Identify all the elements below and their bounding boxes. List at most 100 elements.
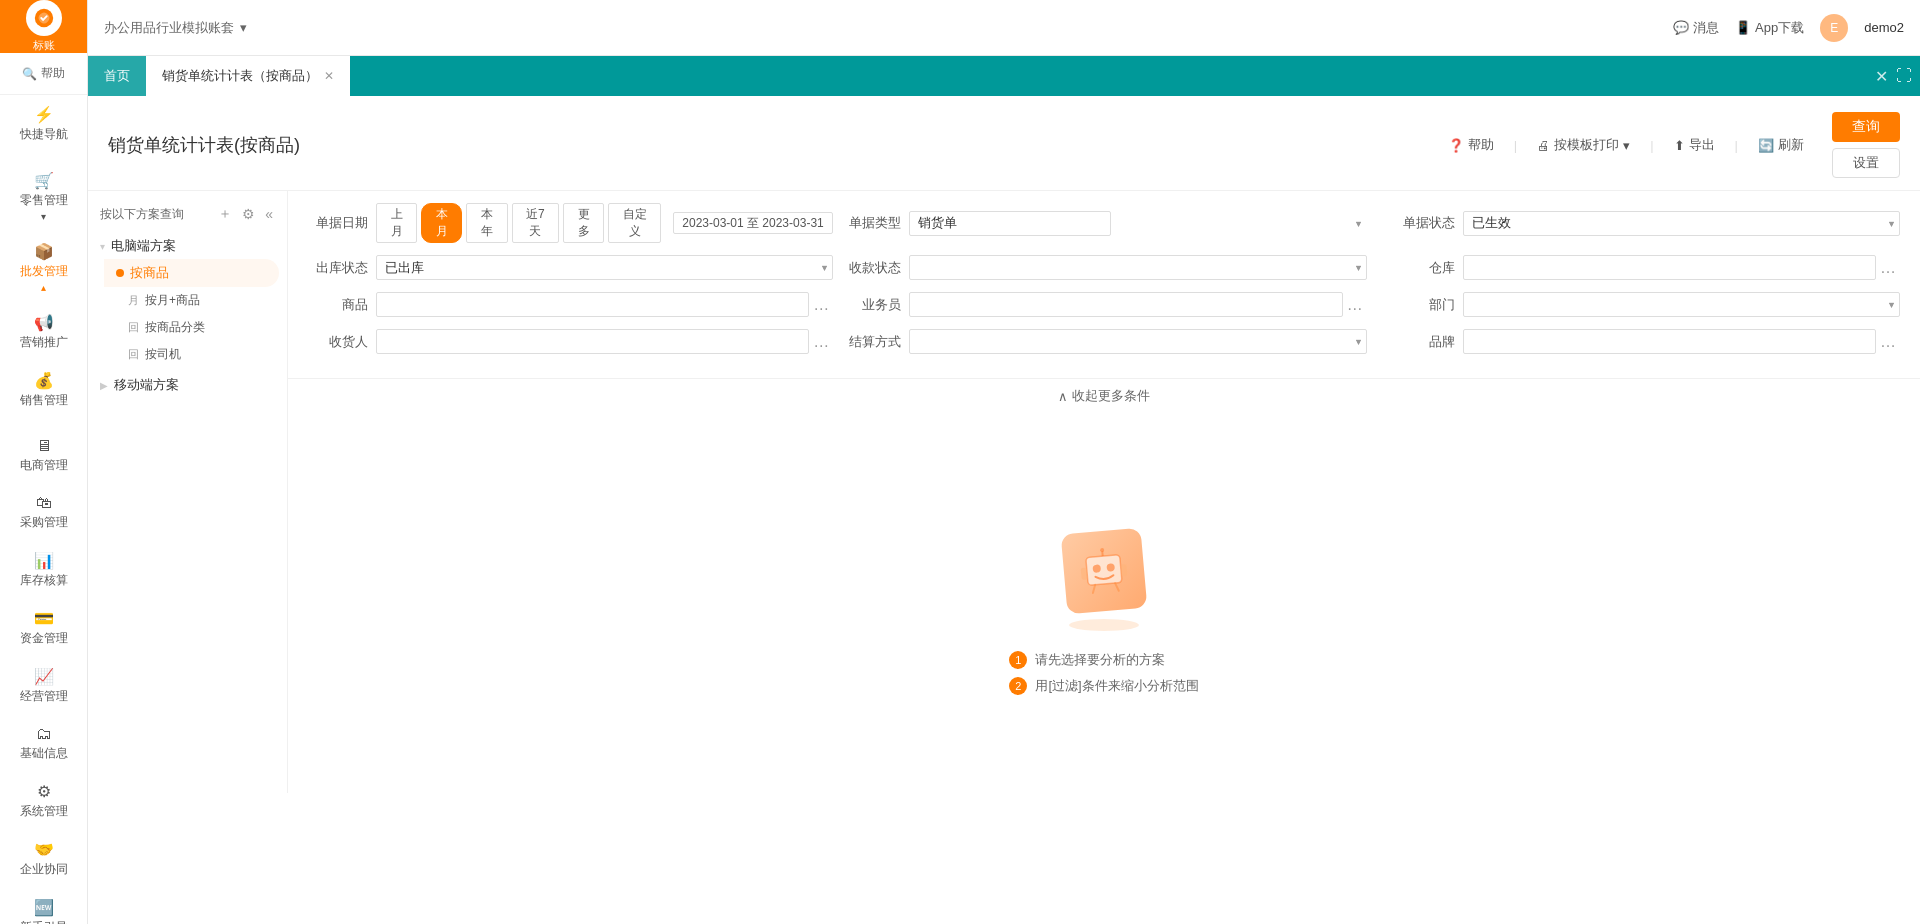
filter-field-doc-type: 单据类型 ▾	[841, 211, 1366, 236]
nav-icon-retail: 🛒	[34, 171, 54, 190]
scheme-group-header-desktop[interactable]: ▾ 电脑端方案	[88, 233, 287, 259]
scheme-group-arrow-desktop: ▾	[100, 241, 105, 252]
refresh-icon: 🔄	[1758, 138, 1774, 153]
header-actions: 💬 消息 📱 App下载 E demo2	[1673, 14, 1904, 42]
query-button[interactable]: 查询	[1832, 112, 1900, 142]
salesperson-dots-button[interactable]: …	[1343, 296, 1367, 314]
filter-form-wrap: 单据日期 上月 本月 本年 近7天 更多 自定义	[288, 191, 1920, 793]
nav-icon-ecommerce: 🖥	[36, 437, 52, 455]
app-download-button[interactable]: 📱 App下载	[1735, 19, 1804, 37]
sidebar-item-finance[interactable]: 💳 资金管理	[0, 599, 87, 657]
brand-dots-button[interactable]: …	[1876, 333, 1900, 351]
sidebar-item-basics[interactable]: 🗂 基础信息	[0, 715, 87, 772]
sidebar-item-wholesale[interactable]: 📦 批发管理 ▴	[0, 232, 87, 303]
date-btn-this-month[interactable]: 本月	[421, 203, 462, 243]
scheme-settings-button[interactable]: ⚙	[240, 204, 257, 224]
scheme-add-button[interactable]: ＋	[216, 203, 234, 225]
scheme-sub-item-goods-category[interactable]: 回 按商品分类	[104, 314, 287, 341]
template-print-button[interactable]: 🖨 按模板打印 ▾	[1529, 132, 1638, 158]
svg-line-8	[1092, 585, 1096, 593]
date-btn-more[interactable]: 更多	[563, 203, 604, 243]
sidebar-item-operations[interactable]: 📈 经营管理	[0, 657, 87, 715]
collapse-bar[interactable]: ∧ 收起更多条件	[288, 378, 1920, 413]
sidebar-item-purchase[interactable]: 🛍 采购管理	[0, 484, 87, 541]
sidebar-logo[interactable]: 标账	[0, 0, 87, 53]
department-select[interactable]	[1463, 292, 1900, 317]
doc-status-select[interactable]	[1463, 211, 1900, 236]
scheme-sub-item-driver[interactable]: 回 按司机	[104, 341, 287, 368]
filter-field-brand: 品牌 …	[1375, 329, 1900, 354]
download-icon: 📱	[1735, 20, 1751, 35]
empty-icon-wrap	[1044, 511, 1164, 631]
empty-state: 1 请先选择要分析的方案 2 用[过滤]条件来缩小分析范围	[288, 413, 1920, 793]
filter-row-1: 单据日期 上月 本月 本年 近7天 更多 自定义	[308, 203, 1900, 243]
scheme-sub-icon-2: 回	[128, 320, 139, 335]
search-menu-label: 帮助	[41, 65, 65, 82]
date-btn-this-year[interactable]: 本年	[466, 203, 507, 243]
doc-type-select[interactable]	[909, 211, 1111, 236]
tab-home[interactable]: 首页	[88, 56, 146, 96]
settlement-select[interactable]	[909, 329, 1366, 354]
warehouse-dots-button[interactable]: …	[1876, 259, 1900, 277]
brand-input[interactable]	[1463, 329, 1876, 354]
sidebar-item-ecommerce[interactable]: 🖥 电商管理	[0, 427, 87, 484]
sidebar-item-sales[interactable]: 💰 销售管理	[0, 361, 87, 419]
help-button[interactable]: ❓ 帮助	[1440, 132, 1502, 158]
user-avatar[interactable]: E	[1820, 14, 1848, 42]
refresh-button[interactable]: 🔄 刷新	[1750, 132, 1812, 158]
out-status-select[interactable]	[376, 255, 833, 280]
salesperson-input[interactable]	[909, 292, 1342, 317]
filter-label-receiver: 收货人	[308, 333, 368, 351]
user-name[interactable]: demo2	[1864, 20, 1904, 35]
sidebar-item-quicknav[interactable]: ⚡ 快捷导航	[0, 95, 87, 153]
tab-maximize-button[interactable]: ⛶	[1896, 67, 1912, 85]
sidebar-item-marketing[interactable]: 📢 营销推广	[0, 303, 87, 361]
scheme-collapse-button[interactable]: «	[263, 204, 275, 224]
sidebar-item-guide[interactable]: 🆕 新手引导	[0, 888, 87, 924]
filter-field-date: 单据日期 上月 本月 本年 近7天 更多 自定义	[308, 203, 833, 243]
sidebar-item-corp[interactable]: 🤝 企业协同	[0, 830, 87, 888]
nav-icon-inventory: 📊	[34, 551, 54, 570]
sidebar-item-label-marketing: 营销推广	[20, 334, 68, 351]
search-menu-button[interactable]: 🔍 帮助	[10, 61, 77, 86]
sidebar-item-label-retail: 零售管理	[20, 192, 68, 209]
nav-icon-wholesale: 📦	[34, 242, 54, 261]
svg-rect-1	[1086, 555, 1122, 586]
app-download-label: App下载	[1755, 19, 1804, 37]
date-range-input[interactable]	[673, 212, 833, 234]
warehouse-input[interactable]	[1463, 255, 1876, 280]
export-button[interactable]: ⬆ 导出	[1666, 132, 1723, 158]
sidebar-item-inventory[interactable]: 📊 库存核算	[0, 541, 87, 599]
scheme-group-header-mobile[interactable]: ▶ 移动端方案	[88, 372, 287, 398]
tab-sales-stat[interactable]: 销货单统计计表（按商品） ✕	[146, 56, 350, 96]
goods-dots-button[interactable]: …	[809, 296, 833, 314]
nav-icon-guide: 🆕	[34, 898, 54, 917]
filter-label-warehouse: 仓库	[1375, 259, 1455, 277]
payment-status-select[interactable]	[909, 255, 1366, 280]
content-area: 销货单统计计表(按商品) ❓ 帮助 | 🖨 按模板打印 ▾ | ⬆	[88, 96, 1920, 924]
tab-close-button[interactable]: ✕	[324, 69, 334, 83]
sidebar-item-retail[interactable]: 🛒 零售管理 ▾	[0, 161, 87, 232]
goods-input[interactable]	[376, 292, 809, 317]
filter-label-payment-status: 收款状态	[841, 259, 901, 277]
filter-control-payment-status: ▾	[909, 255, 1366, 280]
filter-control-department: ▾	[1463, 292, 1900, 317]
filter-field-warehouse: 仓库 …	[1375, 255, 1900, 280]
tab-minimize-button[interactable]: ✕	[1875, 67, 1888, 86]
date-btn-custom[interactable]: 自定义	[608, 203, 661, 243]
receiver-dots-button[interactable]: …	[809, 333, 833, 351]
sidebar-search-section: 🔍 帮助	[0, 53, 87, 95]
nav-icon-basics: 🗂	[36, 725, 52, 743]
sidebar-item-system[interactable]: ⚙ 系统管理	[0, 772, 87, 830]
scheme-item-by-goods[interactable]: 按商品	[104, 259, 279, 287]
settings-button[interactable]: 设置	[1832, 148, 1900, 178]
date-btn-last-7[interactable]: 近7天	[512, 203, 560, 243]
filter-control-doc-status: ▾	[1463, 211, 1900, 236]
scheme-sub-item-month-goods[interactable]: 月 按月+商品	[104, 287, 287, 314]
receiver-input[interactable]	[376, 329, 809, 354]
page-title: 销货单统计计表(按商品)	[108, 133, 1440, 157]
scheme-items-desktop: 按商品 月 按月+商品 回 按商品分类 回	[88, 259, 287, 368]
nav-icon-finance: 💳	[34, 609, 54, 628]
message-button[interactable]: 💬 消息	[1673, 19, 1719, 37]
date-btn-last-month[interactable]: 上月	[376, 203, 417, 243]
